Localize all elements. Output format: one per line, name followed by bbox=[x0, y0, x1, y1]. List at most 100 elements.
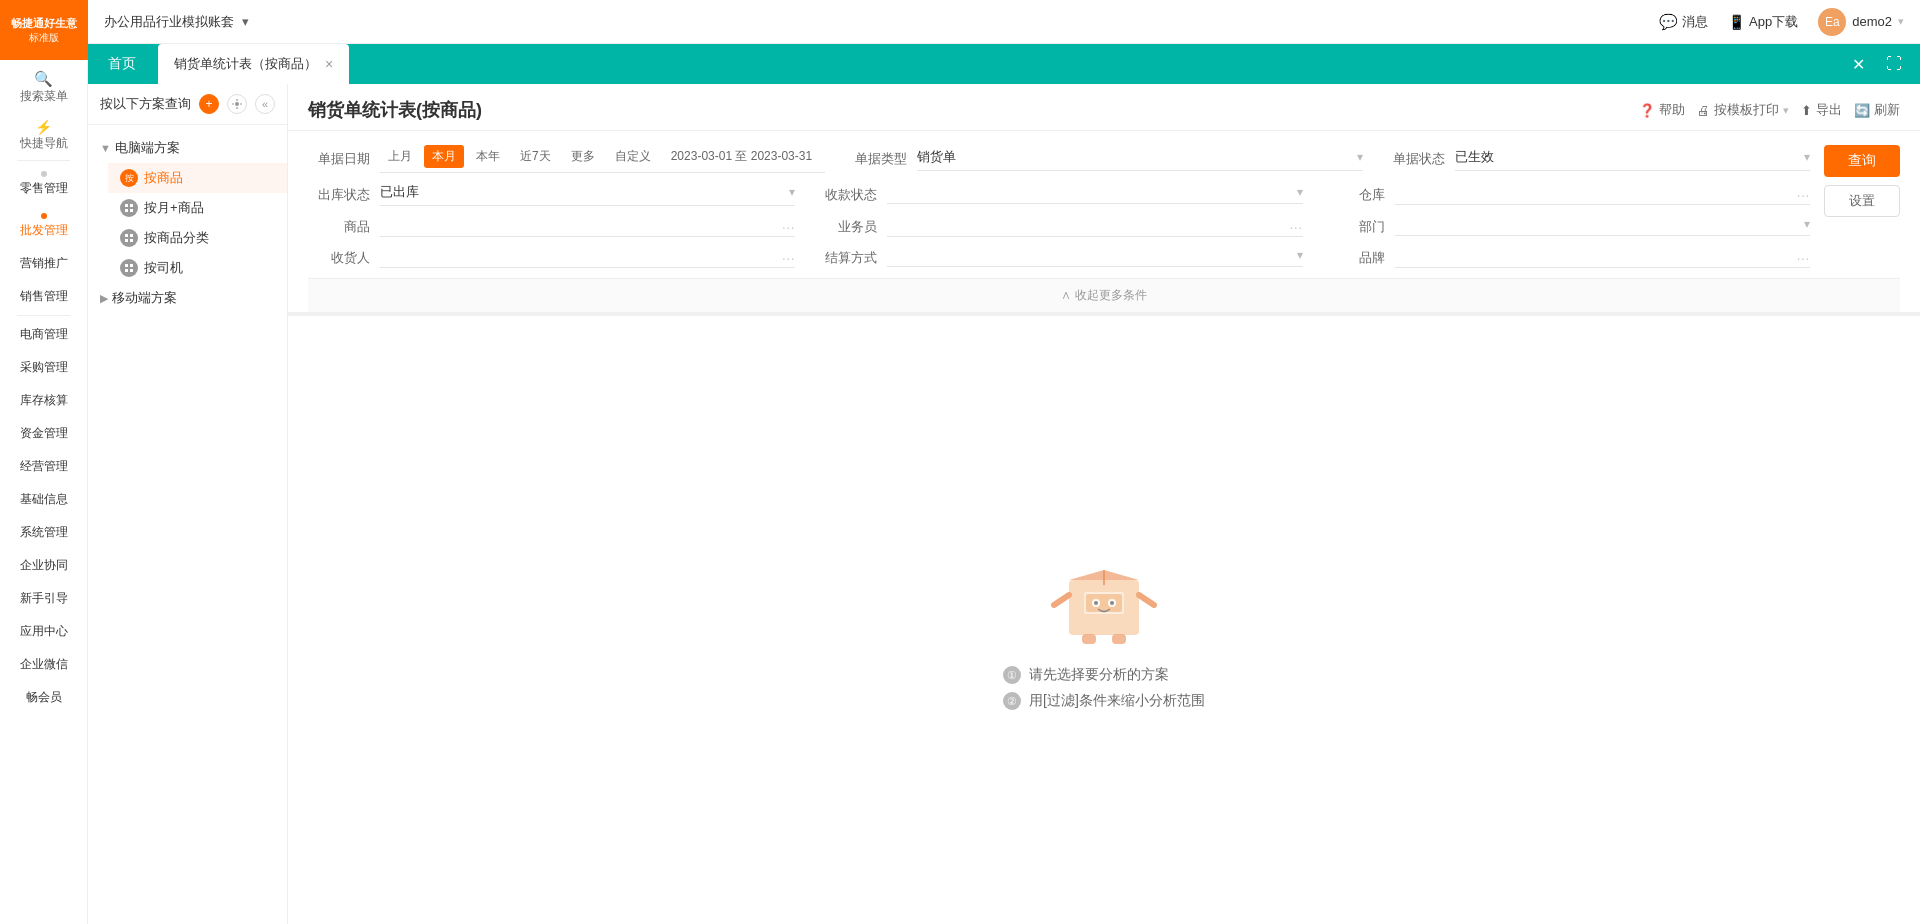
category-icon bbox=[120, 229, 138, 247]
collapse-filters-btn[interactable]: ∧ 收起更多条件 bbox=[308, 278, 1900, 312]
pc-label: 电脑端方案 bbox=[115, 139, 180, 157]
goods-scheme-label: 按商品 bbox=[144, 169, 183, 187]
sidebar-quick-nav[interactable]: ⚡ 快捷导航 bbox=[0, 113, 87, 158]
export-link[interactable]: ⬆ 导出 bbox=[1801, 101, 1842, 119]
doctype-control[interactable]: 销货单 ▾ bbox=[917, 148, 1362, 171]
salesman-control[interactable]: … bbox=[887, 216, 1302, 237]
sidebar-item-operation[interactable]: 经营管理 bbox=[0, 450, 87, 483]
panel-icons: + « bbox=[199, 94, 275, 114]
outstatus-control[interactable]: 已出库 ▾ bbox=[380, 183, 795, 206]
left-panel: 按以下方案查询 + « ▼ 电脑端方案 按 bbox=[88, 84, 288, 924]
sidebar-item-ecommerce[interactable]: 电商管理 bbox=[0, 318, 87, 351]
topbar-left: 办公用品行业模拟账套 ▾ bbox=[104, 13, 249, 31]
message-btn[interactable]: 💬 消息 bbox=[1659, 13, 1708, 31]
guide-label: 新手引导 bbox=[20, 590, 68, 607]
sidebar-item-finance[interactable]: 资金管理 bbox=[0, 417, 87, 450]
outstatus-value: 已出库 bbox=[380, 183, 789, 201]
user-menu[interactable]: Ea demo2 ▾ bbox=[1818, 8, 1904, 36]
export-icon: ⬆ bbox=[1801, 103, 1812, 118]
purchase-label: 采购管理 bbox=[20, 359, 68, 376]
date-custom[interactable]: 自定义 bbox=[607, 145, 659, 168]
date-last-month[interactable]: 上月 bbox=[380, 145, 420, 168]
empty-hints: ① 请先选择要分析的方案 ② 用[过滤]条件来缩小分析范围 bbox=[1003, 666, 1205, 710]
svg-rect-2 bbox=[130, 204, 133, 207]
docstatus-arrow: ▾ bbox=[1804, 150, 1810, 164]
warehouse-dots[interactable]: … bbox=[1796, 184, 1810, 200]
salesman-dots[interactable]: … bbox=[1289, 216, 1303, 232]
sidebar-item-member[interactable]: 畅会员 bbox=[0, 681, 87, 714]
receiver-control[interactable]: … bbox=[380, 247, 795, 268]
filter-docstatus-cell: 单据状态 已生效 ▾ bbox=[1383, 145, 1900, 173]
date-this-year[interactable]: 本年 bbox=[468, 145, 508, 168]
date-this-month[interactable]: 本月 bbox=[424, 145, 464, 168]
sidebar-item-purchase[interactable]: 采购管理 bbox=[0, 351, 87, 384]
goods-control[interactable]: … bbox=[380, 216, 795, 237]
tab-active[interactable]: 销货单统计表（按商品） × bbox=[158, 44, 349, 84]
wholesale-label: 批发管理 bbox=[20, 222, 68, 239]
date-filter-label: 单据日期 bbox=[308, 150, 380, 168]
wechat-label: 企业微信 bbox=[20, 656, 68, 673]
tab-maximize[interactable]: ⛶ bbox=[1880, 50, 1908, 78]
sidebar-item-cooperation[interactable]: 企业协同 bbox=[0, 549, 87, 582]
tab-close-window[interactable]: ✕ bbox=[1844, 50, 1872, 78]
svg-point-21 bbox=[1110, 601, 1114, 605]
scheme-by-month-goods[interactable]: 按月+商品 bbox=[108, 193, 287, 223]
docstatus-control[interactable]: 已生效 ▾ bbox=[1455, 148, 1810, 171]
filter-date-cell: 单据日期 上月 本月 本年 近7天 更多 自定义 2023-03-01 至 20… bbox=[308, 145, 825, 173]
warehouse-control[interactable]: … bbox=[1395, 184, 1810, 205]
settle-control[interactable]: ▾ bbox=[887, 248, 1302, 267]
app-download-btn[interactable]: 📱 App下载 bbox=[1728, 13, 1798, 31]
filter-results: 销货单统计表(按商品) ❓ 帮助 🖨 按模板打印 ▾ ⬆ 导出 bbox=[288, 84, 1920, 924]
receiver-dots[interactable]: … bbox=[781, 247, 795, 263]
member-label: 畅会员 bbox=[26, 689, 62, 706]
svg-rect-8 bbox=[130, 239, 133, 242]
date-7days[interactable]: 近7天 bbox=[512, 145, 559, 168]
pc-arrow-icon: ▼ bbox=[100, 142, 111, 154]
print-link[interactable]: 🖨 按模板打印 ▾ bbox=[1697, 101, 1789, 119]
tree-mobile-section[interactable]: ▶ 移动端方案 bbox=[88, 283, 287, 313]
settings-scheme-btn[interactable] bbox=[227, 94, 247, 114]
sidebar-item-wechat[interactable]: 企业微信 bbox=[0, 648, 87, 681]
brand-dots[interactable]: … bbox=[1796, 247, 1810, 263]
warehouse-label: 仓库 bbox=[1323, 186, 1395, 204]
collapse-panel-btn[interactable]: « bbox=[255, 94, 275, 114]
query-button[interactable]: 查询 bbox=[1824, 145, 1900, 177]
tab-close-btn[interactable]: × bbox=[325, 57, 333, 71]
sidebar-item-retail[interactable]: 零售管理 bbox=[0, 163, 87, 205]
sidebar-item-marketing[interactable]: 营销推广 bbox=[0, 247, 87, 280]
sidebar-item-basic[interactable]: 基础信息 bbox=[0, 483, 87, 516]
dept-control[interactable]: ▾ bbox=[1395, 217, 1810, 236]
user-dropdown-icon: ▾ bbox=[1898, 15, 1904, 28]
scheme-by-goods[interactable]: 按 按商品 bbox=[108, 163, 287, 193]
goods-dots[interactable]: … bbox=[781, 216, 795, 232]
panel-header: 按以下方案查询 + « bbox=[88, 84, 287, 125]
scheme-by-category[interactable]: 按商品分类 bbox=[108, 223, 287, 253]
svg-rect-25 bbox=[1112, 634, 1126, 644]
app-download-label: App下载 bbox=[1749, 13, 1798, 31]
settings-button[interactable]: 设置 bbox=[1824, 185, 1900, 217]
page-title: 销货单统计表(按商品) bbox=[308, 98, 482, 122]
app-icon: 📱 bbox=[1728, 14, 1745, 30]
sidebar-item-guide[interactable]: 新手引导 bbox=[0, 582, 87, 615]
date-more[interactable]: 更多 bbox=[563, 145, 603, 168]
refresh-link[interactable]: 🔄 刷新 bbox=[1854, 101, 1900, 119]
export-label: 导出 bbox=[1816, 101, 1842, 119]
sidebar-item-appcenter[interactable]: 应用中心 bbox=[0, 615, 87, 648]
sidebar-item-inventory[interactable]: 库存核算 bbox=[0, 384, 87, 417]
payment-control[interactable]: ▾ bbox=[887, 185, 1302, 204]
sidebar-item-sales[interactable]: 销售管理 bbox=[0, 280, 87, 313]
tree-pc-section[interactable]: ▼ 电脑端方案 bbox=[88, 133, 287, 163]
sidebar-search[interactable]: 🔍 搜索菜单 bbox=[0, 60, 87, 113]
filter-salesman-cell: 业务员 … bbox=[815, 216, 1302, 237]
help-link[interactable]: ❓ 帮助 bbox=[1639, 101, 1685, 119]
add-scheme-btn[interactable]: + bbox=[199, 94, 219, 114]
month-goods-icon bbox=[120, 199, 138, 217]
scheme-by-driver[interactable]: 按司机 bbox=[108, 253, 287, 283]
industry-dropdown[interactable]: ▾ bbox=[242, 14, 249, 29]
sidebar-item-system[interactable]: 系统管理 bbox=[0, 516, 87, 549]
sidebar-item-wholesale[interactable]: 批发管理 bbox=[0, 205, 87, 247]
brand-control[interactable]: … bbox=[1395, 247, 1810, 268]
tab-home[interactable]: 首页 bbox=[88, 44, 156, 84]
svg-rect-3 bbox=[125, 209, 128, 212]
tabbar: 首页 销货单统计表（按商品） × ✕ ⛶ bbox=[88, 44, 1920, 84]
